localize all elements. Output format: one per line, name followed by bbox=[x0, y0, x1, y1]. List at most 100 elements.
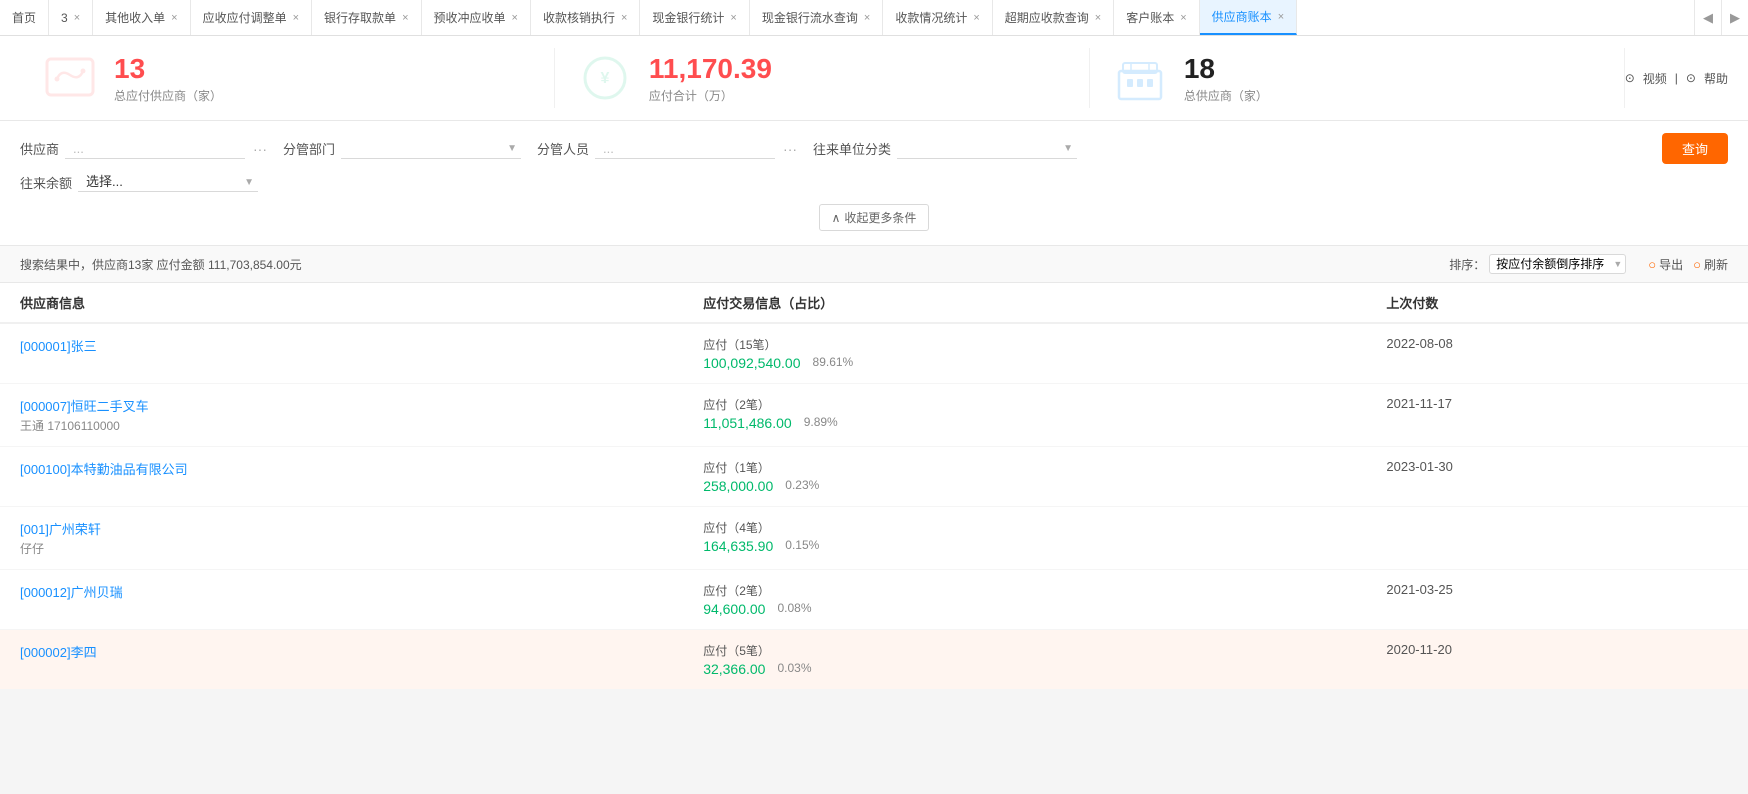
supplier-link-0[interactable]: [000001]张三 bbox=[20, 339, 97, 354]
nav-prev-arrow[interactable]: ◀ bbox=[1694, 0, 1721, 35]
supplier-link-4[interactable]: [000012]广州贝瑞 bbox=[20, 585, 123, 600]
nav-tab-label-3: 银行存取款单 bbox=[324, 9, 396, 26]
refresh-icon: ○ bbox=[1693, 257, 1701, 272]
export-label: 导出 bbox=[1659, 256, 1683, 273]
dept-select[interactable] bbox=[341, 139, 521, 159]
table-row[interactable]: [000012]广州贝瑞应付（2笔）94,600.000.08%2021-03-… bbox=[0, 570, 1748, 630]
summary-text-3: 18 总供应商（家） bbox=[1184, 52, 1268, 105]
nav-tab-3[interactable]: 银行存取款单 × bbox=[312, 0, 421, 35]
filter-supplier: 供应商 ··· bbox=[20, 139, 267, 159]
collapse-label: 收起更多条件 bbox=[844, 209, 916, 226]
help-link[interactable]: 帮助 bbox=[1704, 70, 1728, 87]
nav-tab-label-10: 客户账本 bbox=[1126, 9, 1174, 26]
table-area: 供应商信息 应付交易信息（占比） 上次付数 [000001]张三应付（15笔）1… bbox=[0, 283, 1748, 690]
summary-icon-2: ¥ bbox=[575, 48, 635, 108]
nav-tab-8[interactable]: 收款情况统计× bbox=[883, 0, 992, 35]
summary-card-3: 18 总供应商（家） bbox=[1090, 48, 1625, 108]
tx-label-3: 应付（4笔） bbox=[703, 519, 1386, 536]
sort-select[interactable]: 按应付余额倒序排序 bbox=[1489, 254, 1626, 274]
filter-dept: 分管部门 ▼ bbox=[283, 139, 521, 159]
summary-text-1: 13 总应付供应商（家） bbox=[114, 52, 222, 105]
video-icon: ⊙ bbox=[1625, 71, 1635, 85]
col-header-lastpay: 上次付数 bbox=[1386, 293, 1728, 312]
nav-tab-close-9[interactable]: × bbox=[1095, 12, 1101, 24]
nav-home[interactable]: 首页 bbox=[0, 0, 49, 35]
unit-type-select[interactable] bbox=[897, 139, 1077, 159]
nav-tab-close-0[interactable]: × bbox=[74, 12, 80, 24]
nav-tab-close-8[interactable]: × bbox=[973, 12, 979, 24]
nav-tab-close-1[interactable]: × bbox=[171, 12, 177, 24]
svg-text:¥: ¥ bbox=[600, 70, 609, 87]
table-row[interactable]: [000001]张三应付（15笔）100,092,540.0089.61%202… bbox=[0, 324, 1748, 384]
collapse-button[interactable]: ∧ 收起更多条件 bbox=[819, 204, 930, 231]
tx-cell-4: 应付（2笔）94,600.000.08% bbox=[703, 582, 1386, 617]
nav-tab-close-7[interactable]: × bbox=[864, 12, 870, 24]
tx-cell-1: 应付（2笔）11,051,486.009.89% bbox=[703, 396, 1386, 431]
summary-card-1: 13 总应付供应商（家） bbox=[20, 48, 555, 108]
supplier-input[interactable] bbox=[65, 139, 245, 159]
supplier-link-3[interactable]: [001]广州荣轩 bbox=[20, 522, 101, 537]
table-rows-container: [000001]张三应付（15笔）100,092,540.0089.61%202… bbox=[0, 324, 1748, 690]
nav-tab-9[interactable]: 超期应收款查询 × bbox=[993, 0, 1114, 35]
nav-tab-close-10[interactable]: × bbox=[1180, 12, 1186, 24]
nav-tab-1[interactable]: 其他收入单× bbox=[93, 0, 190, 35]
supplier-link-1[interactable]: [000007]恒旺二手叉车 bbox=[20, 399, 149, 414]
summary-label-1: 总应付供应商（家） bbox=[114, 87, 222, 104]
nav-tab-0[interactable]: 3× bbox=[49, 0, 93, 35]
supplier-link-2[interactable]: [000100]本特勤油品有限公司 bbox=[20, 462, 188, 477]
nav-tab-6[interactable]: 现金银行统计 × bbox=[640, 0, 749, 35]
supplier-link-5[interactable]: [000002]李四 bbox=[20, 645, 97, 660]
summary-label-3: 总供应商（家） bbox=[1184, 87, 1268, 104]
supplier-dots-btn[interactable]: ··· bbox=[253, 141, 267, 157]
person-dots-btn[interactable]: ··· bbox=[783, 141, 797, 157]
table-row[interactable]: [000100]本特勤油品有限公司应付（1笔）258,000.000.23%20… bbox=[0, 447, 1748, 507]
unit-type-label: 往来单位分类 bbox=[813, 139, 891, 158]
sort-chevron-icon: ▼ bbox=[1613, 259, 1622, 269]
nav-tab-close-3[interactable]: × bbox=[402, 12, 408, 24]
tx-percent-0: 89.61% bbox=[813, 355, 854, 369]
nav-tab-close-6[interactable]: × bbox=[730, 12, 736, 24]
balance-select-wrap: 选择... ▼ bbox=[78, 172, 258, 192]
person-input[interactable] bbox=[595, 139, 775, 159]
home-label: 首页 bbox=[12, 9, 36, 26]
nav-tab-7[interactable]: 现金银行流水查询× bbox=[750, 0, 883, 35]
nav-tab-close-2[interactable]: × bbox=[293, 12, 299, 24]
query-button[interactable]: 查询 bbox=[1662, 133, 1728, 164]
balance-select[interactable]: 选择... bbox=[78, 172, 258, 192]
person-label: 分管人员 bbox=[537, 139, 589, 158]
tx-amount-5: 32,366.00 bbox=[703, 661, 765, 677]
dept-label: 分管部门 bbox=[283, 139, 335, 158]
summary-help-area: ⊙ 视频 | ⊙ 帮助 bbox=[1625, 48, 1728, 108]
nav-tab-label-6: 现金银行统计 bbox=[652, 9, 724, 26]
summary-card-2: ¥ 11,170.39 应付合计（万） bbox=[555, 48, 1090, 108]
table-row[interactable]: [000007]恒旺二手叉车王通 17106110000应付（2笔）11,051… bbox=[0, 384, 1748, 447]
nav-tab-11[interactable]: 供应商账本× bbox=[1200, 0, 1297, 35]
nav-next-arrow[interactable]: ▶ bbox=[1721, 0, 1748, 35]
tx-amount-3: 164,635.90 bbox=[703, 538, 773, 554]
nav-tab-2[interactable]: 应收应付调整单× bbox=[191, 0, 312, 35]
nav-tab-close-5[interactable]: × bbox=[621, 12, 627, 24]
refresh-label: 刷新 bbox=[1704, 256, 1728, 273]
tx-label-5: 应付（5笔） bbox=[703, 642, 1386, 659]
table-row[interactable]: [001]广州荣轩仔仔应付（4笔）164,635.900.15% bbox=[0, 507, 1748, 570]
collapse-icon: ∧ bbox=[832, 211, 841, 225]
tx-cell-2: 应付（1笔）258,000.000.23% bbox=[703, 459, 1386, 494]
table-row[interactable]: [000002]李四应付（5笔）32,366.000.03%2020-11-20 bbox=[0, 630, 1748, 690]
refresh-button[interactable]: ○ 刷新 bbox=[1693, 256, 1728, 273]
supplier-label: 供应商 bbox=[20, 139, 59, 158]
summary-label-2: 应付合计（万） bbox=[649, 87, 772, 104]
video-link[interactable]: 视频 bbox=[1643, 70, 1667, 87]
nav-tab-10[interactable]: 客户账本 × bbox=[1114, 0, 1199, 35]
top-nav: 首页 3×其他收入单×应收应付调整单×银行存取款单×预收冲应收单×收款核销执行×… bbox=[0, 0, 1748, 36]
unit-type-select-wrap: ▼ bbox=[897, 139, 1077, 159]
nav-tab-close-4[interactable]: × bbox=[512, 12, 518, 24]
tx-label-4: 应付（2笔） bbox=[703, 582, 1386, 599]
filter-balance: 往来余额 选择... ▼ bbox=[20, 172, 258, 192]
nav-tab-label-9: 超期应收款查询 bbox=[1005, 9, 1089, 26]
tx-label-1: 应付（2笔） bbox=[703, 396, 1386, 413]
export-button[interactable]: ○ 导出 bbox=[1648, 256, 1683, 273]
nav-tab-4[interactable]: 预收冲应收单× bbox=[422, 0, 531, 35]
divider: | bbox=[1675, 71, 1678, 85]
nav-tab-close-11[interactable]: × bbox=[1278, 11, 1284, 23]
nav-tab-5[interactable]: 收款核销执行× bbox=[531, 0, 640, 35]
